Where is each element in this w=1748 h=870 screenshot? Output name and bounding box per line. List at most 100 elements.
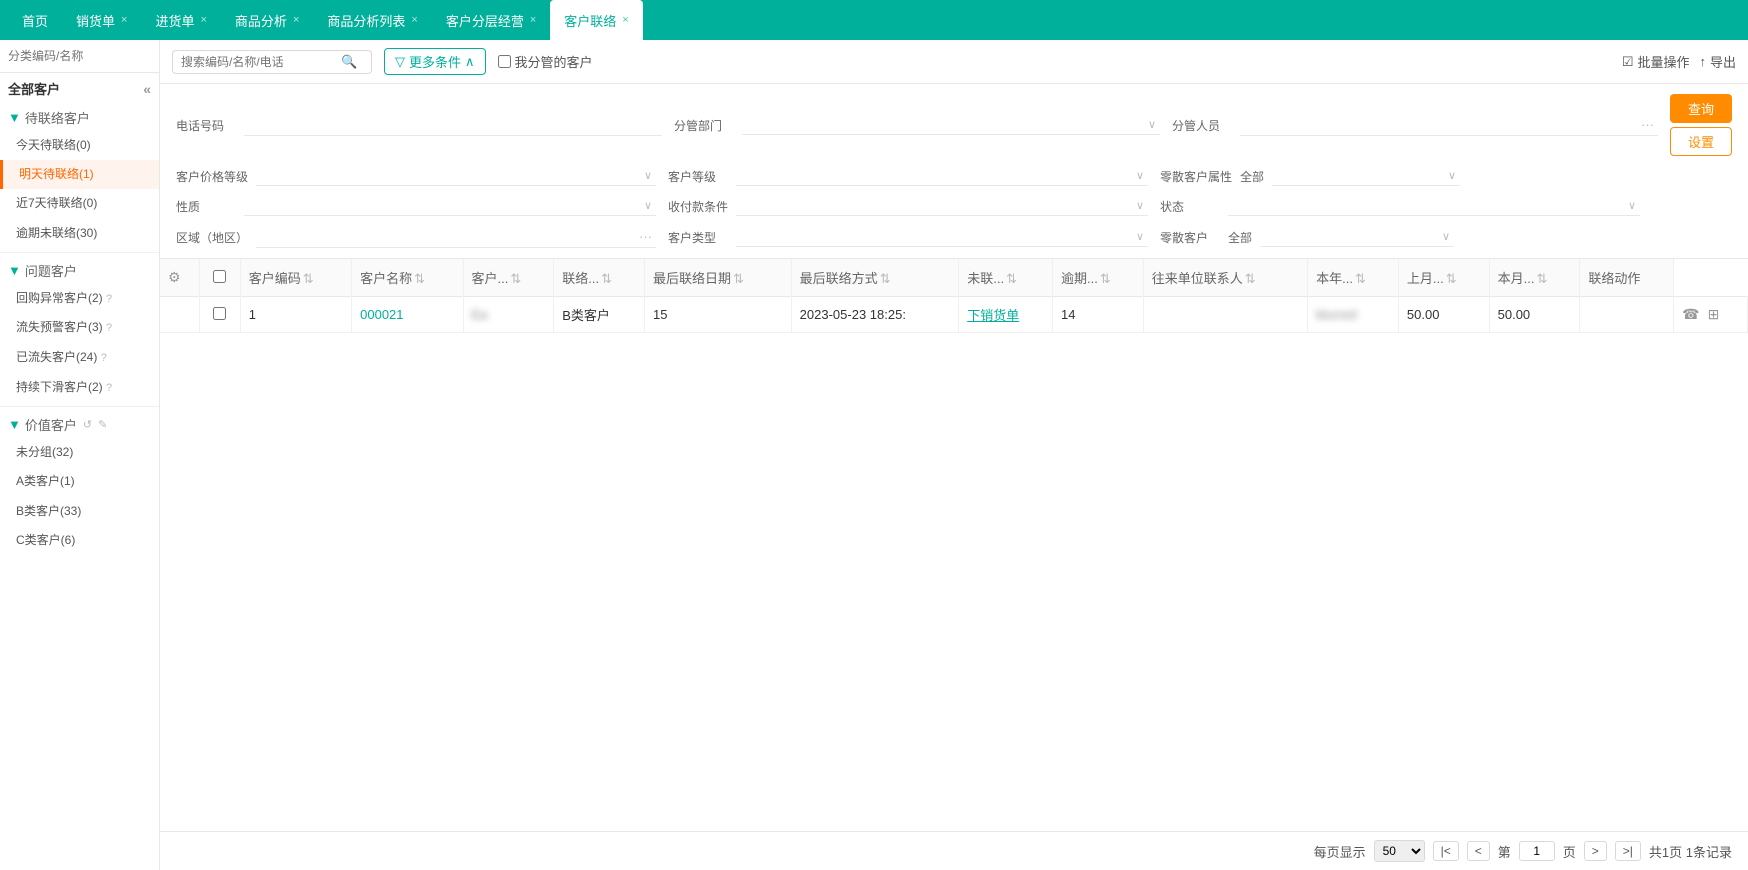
- search-input[interactable]: [181, 55, 341, 69]
- nav-product-analysis[interactable]: 商品分析 ×: [221, 0, 313, 40]
- table-body: 1 000021 Ea B类客户 15 2023-05-23 18:25: 下销…: [160, 297, 1748, 333]
- prev-page-button[interactable]: <: [1467, 841, 1490, 861]
- my-customer-checkbox[interactable]: [498, 55, 511, 68]
- export-button[interactable]: ↑ 导出: [1699, 52, 1736, 71]
- sidebar-item-churned[interactable]: 已流失客户(24) ?: [0, 343, 159, 373]
- sidebar-item-declining[interactable]: 持续下滑客户(2) ?: [0, 373, 159, 403]
- search-input-wrap: 🔍: [172, 50, 372, 74]
- row-action: ☎ ⊞: [1674, 297, 1748, 333]
- filter-phone-input[interactable]: [244, 115, 662, 136]
- filter-price-level: 客户价格等级 ∨: [176, 166, 656, 186]
- sidebar-item-repurchase-anomaly[interactable]: 回购异常客户(2) ?: [0, 284, 159, 314]
- filter-dept-select[interactable]: ∨: [742, 115, 1160, 135]
- filter-payment-select[interactable]: ∨: [736, 196, 1148, 216]
- sidebar-item-overdue-contact[interactable]: 逾期未联络(30): [0, 219, 159, 248]
- customer-table: ⚙ 客户编码⇅ 客户名称⇅ 客户...⇅ 联络...⇅ 最后联络日期⇅ 最后联络…: [160, 259, 1748, 333]
- sort-icon: ⇅: [510, 271, 521, 286]
- close-icon[interactable]: ×: [293, 14, 299, 26]
- first-page-button[interactable]: |<: [1433, 841, 1459, 861]
- main-layout: 🔍 全部客户 « ▼ 待联络客户 今天待联络(0) 明天待联络(1) 近7天待联…: [0, 40, 1748, 870]
- last-page-button[interactable]: >|: [1615, 841, 1641, 861]
- sidebar-item-churn-warning[interactable]: 流失预警客户(3) ?: [0, 313, 159, 343]
- filter-customer-type-select[interactable]: ∨: [736, 227, 1148, 247]
- filter-customer-level-select[interactable]: ∨: [736, 166, 1148, 186]
- sort-icon: ⇅: [1245, 271, 1256, 286]
- sidebar-item-7days-pending[interactable]: 近7天待联络(0): [0, 189, 159, 218]
- search-bar-right: ☑ 批量操作 ↑ 导出: [1622, 52, 1736, 71]
- col-gear: ⚙: [160, 259, 200, 297]
- filter-status-select[interactable]: ∨: [1228, 196, 1640, 216]
- nav-sales-order[interactable]: 销货单 ×: [62, 0, 141, 40]
- setting-button[interactable]: 设置: [1670, 127, 1732, 156]
- export-icon: ↑: [1699, 54, 1706, 69]
- nav-purchase-order[interactable]: 进货单 ×: [141, 0, 220, 40]
- checkbox-icon: ☑: [1622, 54, 1634, 70]
- sidebar-search-input[interactable]: [8, 49, 160, 63]
- row-checkbox[interactable]: [213, 307, 226, 320]
- my-customer-checkbox-wrap[interactable]: 我分管的客户: [498, 52, 593, 71]
- page-number-input[interactable]: [1519, 841, 1555, 861]
- filter-region: 区域（地区） ···: [176, 226, 656, 248]
- nav-product-analysis-list[interactable]: 商品分析列表 ×: [313, 0, 431, 40]
- filter-person-dots[interactable]: ···: [1240, 114, 1658, 136]
- search-icon[interactable]: 🔍: [341, 54, 357, 70]
- all-customers-title: 全部客户 «: [0, 73, 159, 104]
- close-icon[interactable]: ×: [411, 14, 417, 26]
- contact-icon[interactable]: ☎: [1682, 306, 1699, 323]
- more-filter-button[interactable]: ▽ 更多条件 ∧: [384, 48, 486, 75]
- filter-nature-select[interactable]: ∨: [244, 196, 656, 216]
- next-page-button[interactable]: >: [1584, 841, 1607, 861]
- select-all-checkbox[interactable]: [213, 270, 226, 283]
- sidebar-item-tomorrow-pending[interactable]: 明天待联络(1): [0, 160, 159, 189]
- table-header-row: ⚙ 客户编码⇅ 客户名称⇅ 客户...⇅ 联络...⇅ 最后联络日期⇅ 最后联络…: [160, 259, 1748, 297]
- nav-customer-contact[interactable]: 客户联络 ×: [550, 0, 642, 40]
- close-icon[interactable]: ×: [200, 14, 206, 26]
- sidebar-item-ungrouped[interactable]: 未分组(32): [0, 438, 159, 467]
- filter-price-level-select[interactable]: ∨: [256, 166, 656, 186]
- close-icon[interactable]: ×: [121, 14, 127, 26]
- filter-region-dots[interactable]: ···: [256, 226, 656, 248]
- sidebar-group-value: ▼ 价值客户 ↺ ✎: [0, 411, 159, 438]
- sort-icon: ⇅: [1006, 271, 1017, 286]
- row-last-date: 2023-05-23 18:25:: [791, 297, 959, 333]
- table-container: ⚙ 客户编码⇅ 客户名称⇅ 客户...⇅ 联络...⇅ 最后联络日期⇅ 最后联络…: [160, 259, 1748, 831]
- sidebar-item-class-b[interactable]: B类客户(33): [0, 497, 159, 526]
- batch-operation-button[interactable]: ☑ 批量操作: [1622, 52, 1690, 71]
- close-icon[interactable]: ×: [622, 14, 628, 26]
- per-page-label: 每页显示: [1314, 842, 1366, 861]
- filter-retail-customer-select[interactable]: ∨: [1260, 227, 1454, 247]
- sidebar-group-problem: ▼ 问题客户: [0, 257, 159, 284]
- nav-customer-tier[interactable]: 客户分层经营 ×: [432, 0, 550, 40]
- sidebar-item-class-a[interactable]: A类客户(1): [0, 467, 159, 496]
- row-code[interactable]: 000021: [352, 297, 463, 333]
- gear-icon[interactable]: ⚙: [168, 269, 181, 285]
- filter-dept: 分管部门 ∨: [674, 115, 1160, 135]
- sort-icon: ⇅: [1446, 271, 1457, 286]
- chevron-down-icon: ∨: [1628, 199, 1636, 212]
- row-this-year: 50.00: [1398, 297, 1489, 333]
- filter-customer-level: 客户等级 ∨: [668, 166, 1148, 186]
- nav-home[interactable]: 首页: [8, 0, 62, 40]
- row-contact-count: 15: [644, 297, 791, 333]
- close-icon[interactable]: ×: [530, 14, 536, 26]
- sidebar-group-pending-contact: ▼ 待联络客户: [0, 104, 159, 131]
- col-action: 联络动作: [1580, 259, 1674, 297]
- row-checkbox-cell: [200, 297, 241, 333]
- sort-icon: ⇅: [1100, 271, 1111, 286]
- filter-customer-type: 客户类型 ∨: [668, 227, 1148, 247]
- row-last-method[interactable]: 下销货单: [959, 297, 1053, 333]
- top-nav: 首页 销货单 × 进货单 × 商品分析 × 商品分析列表 × 客户分层经营 × …: [0, 0, 1748, 40]
- more-action-icon[interactable]: ⊞: [1708, 306, 1720, 323]
- query-button[interactable]: 查询: [1670, 94, 1732, 123]
- sidebar-item-class-c[interactable]: C类客户(6): [0, 526, 159, 555]
- row-index: 1: [240, 297, 351, 333]
- per-page-select[interactable]: 50 100 200: [1374, 840, 1425, 862]
- filter-person: 分管人员 ···: [1172, 114, 1658, 136]
- col-contact-person: 往来单位联系人⇅: [1143, 259, 1307, 297]
- sidebar-item-today-pending[interactable]: 今天待联络(0): [0, 131, 159, 160]
- col-overdue: 逾期...⇅: [1053, 259, 1144, 297]
- sort-icon: ⇅: [1355, 271, 1366, 286]
- all-customers-label: 全部客户: [8, 79, 60, 98]
- filter-retail-attr-select[interactable]: ∨: [1272, 166, 1460, 186]
- collapse-icon[interactable]: «: [143, 81, 151, 97]
